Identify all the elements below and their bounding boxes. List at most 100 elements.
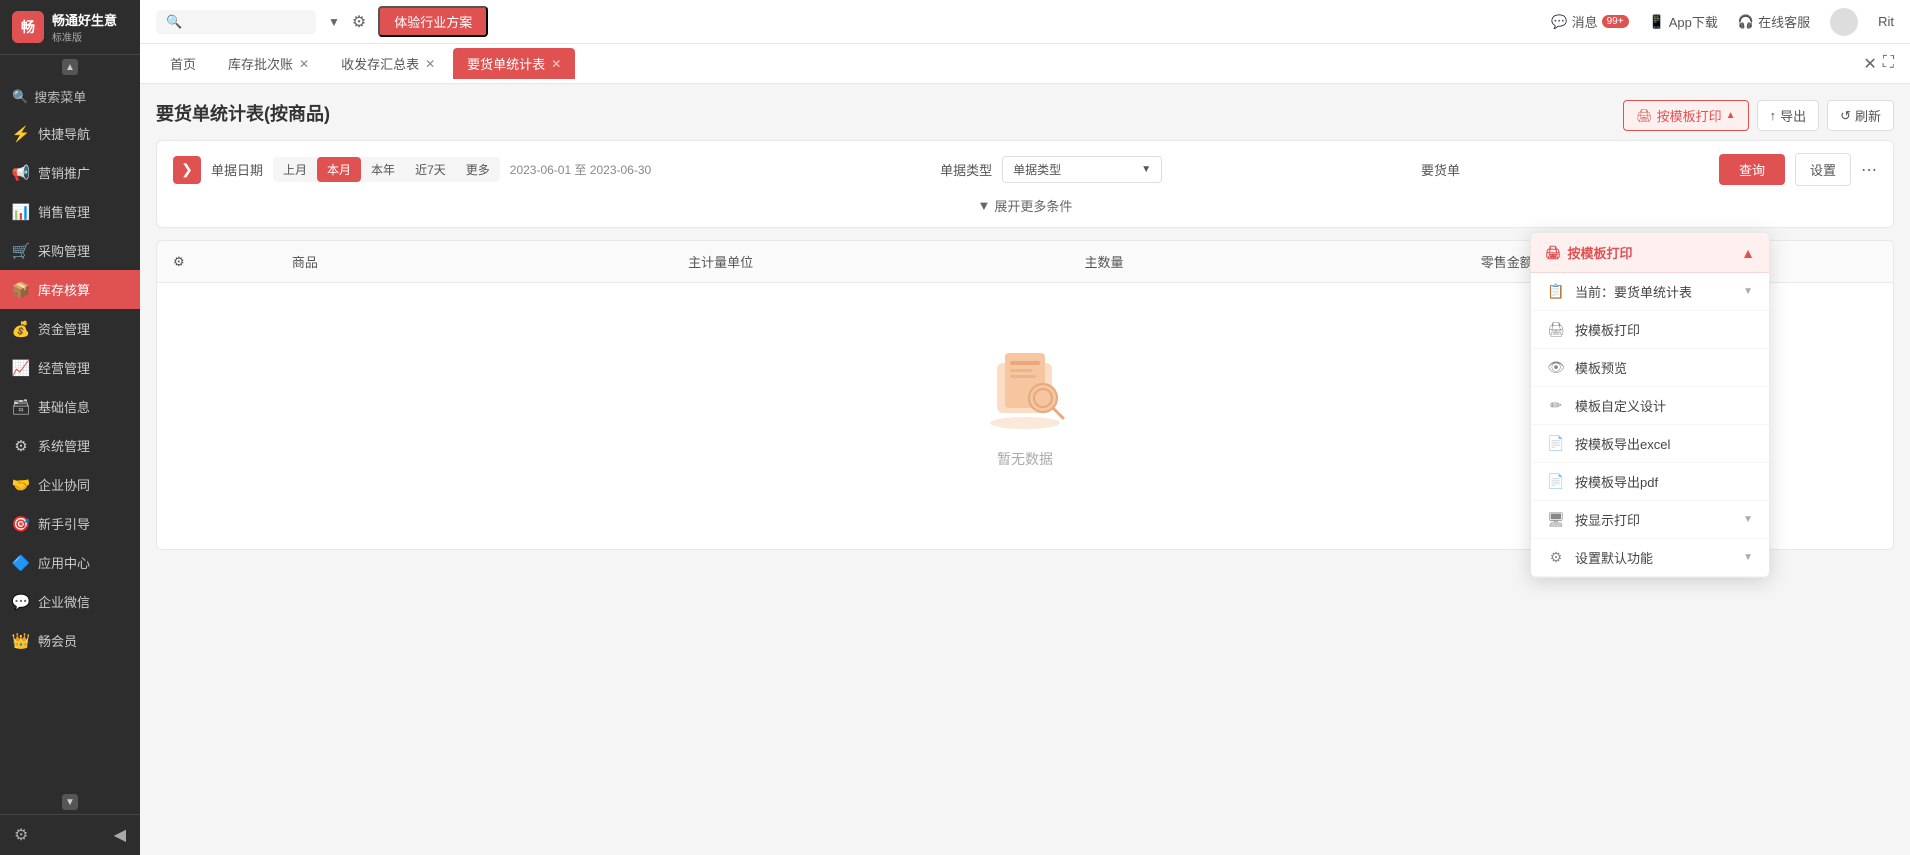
dropdown-section-set-default[interactable]: ⚙ 设置默认功能 ▼ (1531, 539, 1769, 577)
date-filter-近7天[interactable]: 近7天 (405, 157, 456, 182)
print-template-button[interactable]: 🖨 按模板打印 ▲ (1623, 100, 1748, 131)
sidebar-scroll-down[interactable]: ▼ (62, 794, 78, 810)
sidebar-search[interactable]: 🔍 搜索菜单 (0, 79, 140, 114)
sidebar-label-marketing: 营销推广 (38, 163, 90, 182)
message-icon: 💬 (1551, 14, 1567, 30)
sidebar-item-system[interactable]: ⚙ 系统管理 (0, 426, 140, 465)
filter-type-placeholder: 单据类型 (1013, 161, 1061, 178)
topbar-online-service-btn[interactable]: 🎧 在线客服 (1738, 12, 1810, 31)
topbar-promo-button[interactable]: 体验行业方案 (378, 6, 488, 37)
topbar-search-icon: 🔍 (166, 14, 182, 30)
sidebar-item-quick-nav[interactable]: ⚡ 快捷导航 (0, 114, 140, 153)
filter-expand-btn[interactable]: ▼ 展开更多条件 (978, 196, 1073, 215)
sidebar-label-vip: 畅会员 (38, 631, 77, 650)
sidebar-collapse-icon[interactable]: ◀ (114, 825, 126, 845)
dropdown-item-template-preview[interactable]: 👁 模板预览 (1531, 349, 1769, 387)
sidebar-label-basic: 基础信息 (38, 397, 90, 416)
tab-home[interactable]: 首页 (156, 48, 210, 79)
query-button[interactable]: 查询 (1719, 154, 1785, 185)
dropdown-item-template-design[interactable]: ✏ 模板自定义设计 (1531, 387, 1769, 425)
sidebar-label-quick-nav: 快捷导航 (38, 124, 90, 143)
date-filter-本年[interactable]: 本年 (361, 157, 405, 182)
sidebar-item-purchase[interactable]: 🛒 采购管理 (0, 231, 140, 270)
dropdown-header-left: 🖨 按模板打印 (1545, 243, 1633, 262)
dropdown-title: 按模板打印 (1568, 243, 1633, 262)
dropdown-current-template[interactable]: 📋 当前：要货单统计表 ▼ (1531, 273, 1769, 311)
date-filter-上月[interactable]: 上月 (273, 157, 317, 182)
refresh-button[interactable]: ↺ 刷新 (1827, 100, 1894, 131)
tab-close-receipts-summary[interactable]: ✕ (425, 57, 435, 71)
sidebar-item-inventory[interactable]: 📦 库存核算 (0, 270, 140, 309)
filter-type-select[interactable]: 单据类型 ▼ (1002, 156, 1162, 183)
dropdown-item-template-export-excel[interactable]: 📄 按模板导出excel (1531, 425, 1769, 463)
table-settings-icon[interactable]: ⚙ (173, 254, 185, 270)
topbar-app-download-btn[interactable]: 📱 App下载 (1649, 12, 1718, 31)
sidebar-icon-quick-nav: ⚡ (12, 125, 30, 143)
sidebar-label-purchase: 采购管理 (38, 241, 90, 260)
tab-close-all-icon[interactable]: ✕ (1863, 54, 1876, 74)
table-col-0: ⚙ (173, 254, 292, 270)
print-chevron-up: ▲ (1726, 110, 1736, 121)
topbar: 🔍 ▼ ⚙ 体验行业方案 💬 消息 99+ 📱 App下载 🎧 在线客服 Rit (140, 0, 1910, 44)
dropdown-icon-template-print: 🖨 (1547, 321, 1565, 338)
dropdown-icon-template-export-pdf: 📄 (1547, 473, 1565, 490)
sidebar-label-system: 系统管理 (38, 436, 90, 455)
settings-gear-icon[interactable]: ⚙ (14, 825, 28, 845)
settings-button[interactable]: 设置 (1795, 153, 1851, 186)
sidebar-item-operations[interactable]: 📈 经营管理 (0, 348, 140, 387)
tab-inventory-batch[interactable]: 库存批次账✕ (214, 48, 323, 79)
dropdown-printer-icon: 🖨 (1545, 245, 1562, 261)
section-arrow-display-print: ▼ (1743, 514, 1753, 525)
sidebar-item-vip[interactable]: 👑 畅会员 (0, 621, 140, 660)
sidebar-label-collab: 企业协同 (38, 475, 90, 494)
sidebar-item-finance[interactable]: 💰 资金管理 (0, 309, 140, 348)
topbar-dropdown-arrow[interactable]: ▼ (328, 15, 340, 29)
topbar-username[interactable]: Rit (1878, 14, 1894, 29)
sidebar-item-marketing[interactable]: 📢 营销推广 (0, 153, 140, 192)
sidebar-item-newbie[interactable]: 🎯 新手引导 (0, 504, 140, 543)
search-icon: 🔍 (12, 89, 28, 105)
dropdown-label-template-export-excel: 按模板导出excel (1575, 434, 1670, 453)
sidebar-label-finance: 资金管理 (38, 319, 90, 338)
dropdown-section-display-print[interactable]: 🖥 按显示打印 ▼ (1531, 501, 1769, 539)
tab-label-order-stats: 要货单统计表 (467, 54, 545, 73)
printer-icon: 🖨 (1636, 108, 1653, 124)
sidebar-item-wechat[interactable]: 💬 企业微信 (0, 582, 140, 621)
tab-receipts-summary[interactable]: 收发存汇总表✕ (327, 48, 449, 79)
dropdown-item-template-export-pdf[interactable]: 📄 按模板导出pdf (1531, 463, 1769, 501)
date-filter-更多[interactable]: 更多 (456, 157, 500, 182)
date-filter-本月[interactable]: 本月 (317, 157, 361, 182)
topbar-search-box[interactable]: 🔍 (156, 10, 316, 34)
sidebar-icon-basic: 🗃 (12, 398, 30, 416)
topbar-avatar[interactable] (1830, 8, 1858, 36)
tab-close-inventory-batch[interactable]: ✕ (299, 57, 309, 71)
sidebar-icon-sales: 📊 (12, 203, 30, 221)
export-icon: ↑ (1770, 108, 1777, 123)
topbar-search-input[interactable] (188, 15, 288, 29)
sidebar-item-basic[interactable]: 🗃 基础信息 (0, 387, 140, 426)
sidebar-item-collab[interactable]: 🤝 企业协同 (0, 465, 140, 504)
dropdown-item-template-print[interactable]: 🖨 按模板打印 (1531, 311, 1769, 349)
sidebar-icon-purchase: 🛒 (12, 242, 30, 260)
sidebar-item-appstore[interactable]: 🔷 应用中心 (0, 543, 140, 582)
topbar-message-btn[interactable]: 💬 消息 99+ (1551, 12, 1628, 31)
tab-close-order-stats[interactable]: ✕ (551, 57, 561, 71)
sidebar-icon-inventory: 📦 (12, 281, 30, 299)
filter-row-1: ❯ 单据日期 上月本月本年近7天更多 2023-06-01 至 2023-06-… (173, 153, 1877, 186)
sidebar-scroll-up[interactable]: ▲ (62, 59, 78, 75)
sidebar-search-label: 搜索菜单 (34, 87, 86, 106)
sidebar-label-sales: 销售管理 (38, 202, 90, 221)
dropdown-label-template-preview: 模板预览 (1575, 358, 1627, 377)
dropdown-collapse-icon[interactable]: ▲ (1741, 245, 1755, 261)
tabs-right: ✕ ⛶ (1863, 54, 1894, 74)
tab-maximize-icon[interactable]: ⛶ (1883, 54, 1894, 74)
topbar-gear-icon[interactable]: ⚙ (352, 12, 366, 32)
filter-toggle-icon[interactable]: ❯ (173, 156, 201, 184)
more-options-icon[interactable]: ⋯ (1861, 160, 1877, 180)
filter-expand-label: 展开更多条件 (994, 196, 1072, 215)
export-button[interactable]: ↑ 导出 (1757, 100, 1820, 131)
topbar-app-download-label: App下载 (1669, 12, 1718, 31)
app-logo-icon: 畅 (12, 11, 44, 43)
sidebar-item-sales[interactable]: 📊 销售管理 (0, 192, 140, 231)
tab-order-stats[interactable]: 要货单统计表 ✕ (453, 48, 575, 79)
